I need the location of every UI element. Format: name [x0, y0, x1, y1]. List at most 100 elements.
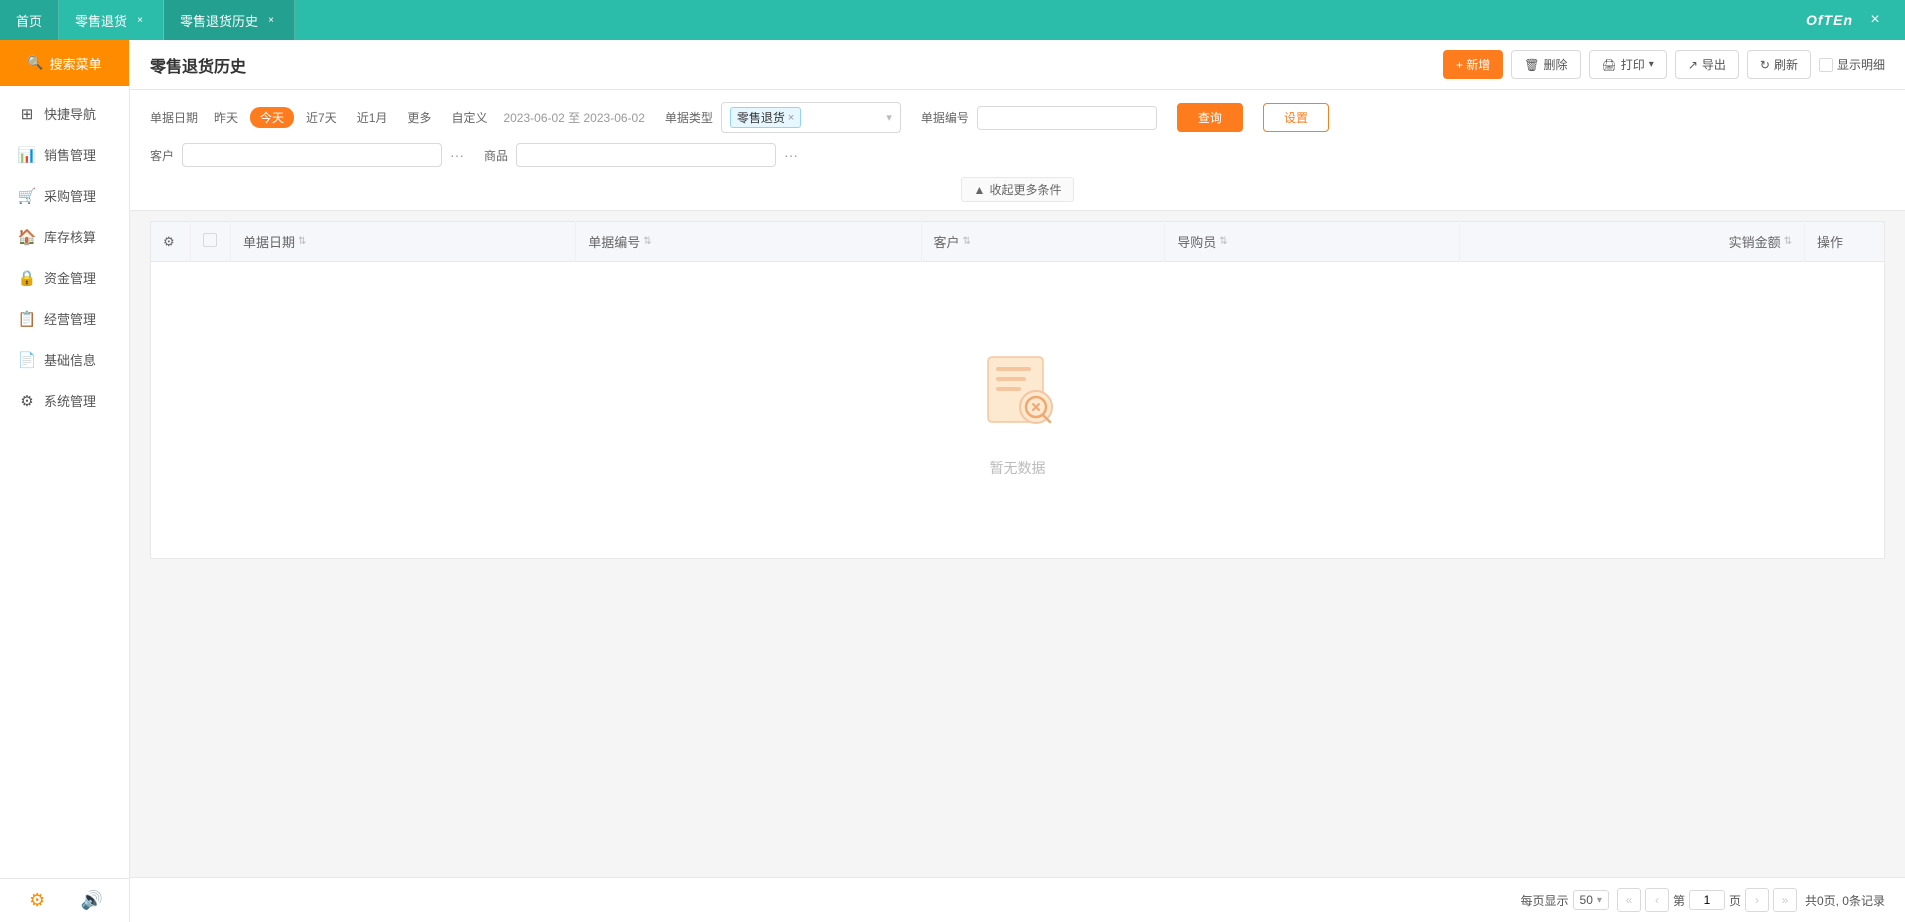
collapse-button[interactable]: ▲ 收起更多条件	[961, 177, 1075, 202]
filter-row-2: 客户 ··· 商品 ···	[150, 143, 1885, 167]
new-button[interactable]: + 新增	[1443, 50, 1503, 79]
tab-retail-return-close[interactable]: ×	[133, 13, 147, 27]
print-icon: 🖨	[1602, 58, 1617, 72]
system-icon: ⚙	[18, 392, 36, 410]
page-title: 零售退货历史	[150, 53, 246, 77]
date-btn-today[interactable]: 今天	[250, 107, 294, 128]
page-header: 零售退货历史 + 新增 🗑 删除 🖨 打印 ▾ ↗ 导出	[130, 40, 1905, 90]
sidebar-bottom: ⚙ 🔊	[0, 878, 129, 922]
guide-sort-icon[interactable]: ⇅	[1219, 237, 1227, 247]
sidebar-item-inventory[interactable]: 🏠 库存核算	[6, 217, 123, 256]
doc-type-select[interactable]: 零售退货 × ▾	[721, 102, 901, 133]
sidebar-item-sales[interactable]: 📊 销售管理	[6, 135, 123, 174]
next-page-button[interactable]: ›	[1745, 888, 1769, 912]
sidebar-item-system[interactable]: ⚙ 系统管理	[6, 381, 123, 420]
sidebar-sound-button[interactable]: 🔊	[76, 885, 108, 917]
sound-icon: 🔊	[81, 890, 103, 911]
goods-input[interactable]	[516, 143, 776, 167]
goods-ellipsis-button[interactable]: ···	[784, 147, 798, 163]
first-page-button[interactable]: «	[1617, 888, 1641, 912]
table-settings-icon[interactable]: ⚙	[163, 234, 175, 249]
inventory-icon: 🏠	[18, 228, 36, 246]
tab-retail-return-history[interactable]: 零售退货历史 ×	[164, 0, 295, 40]
amount-sort-icon[interactable]: ⇅	[1784, 237, 1792, 247]
new-button-label: + 新增	[1456, 56, 1490, 73]
tab-retail-return[interactable]: 零售退货 ×	[59, 0, 164, 40]
sidebar-item-operations[interactable]: 📋 经营管理	[6, 299, 123, 338]
query-button[interactable]: 查询	[1177, 103, 1243, 132]
date-sort-icon[interactable]: ⇅	[298, 237, 306, 247]
prev-page-button[interactable]: ‹	[1645, 888, 1669, 912]
main-layout: 🔍 搜索菜单 ⊞ 快捷导航 📊 销售管理 🛒 采购管理 🏠 库存核算 🔒	[0, 40, 1905, 922]
sidebar-item-basic-info-label: 基础信息	[44, 350, 96, 369]
search-icon: 🔍	[27, 55, 43, 71]
content-area: 零售退货历史 + 新增 🗑 删除 🖨 打印 ▾ ↗ 导出	[130, 40, 1905, 922]
goods-filter: 商品 ···	[484, 143, 798, 167]
collapse-bar: ▲ 收起更多条件	[150, 177, 1885, 202]
date-filter: 单据日期 昨天 今天 近7天 近1月 更多 自定义 2023-06-02 至 2…	[150, 107, 645, 128]
purchase-icon: 🛒	[18, 187, 36, 205]
settings-filter-button[interactable]: 设置	[1263, 103, 1329, 132]
sidebar-item-sales-label: 销售管理	[44, 145, 96, 164]
date-btn-custom[interactable]: 自定义	[443, 107, 495, 128]
print-dropdown-icon: ▾	[1649, 59, 1654, 70]
tab-list: 首页 零售退货 × 零售退货历史 ×	[0, 0, 1790, 40]
query-button-label: 查询	[1198, 109, 1222, 126]
page-size-dropdown[interactable]: 50 ▾	[1573, 890, 1609, 910]
number-sort-icon[interactable]: ⇅	[643, 237, 651, 247]
tab-home[interactable]: 首页	[0, 0, 59, 40]
page-size-value: 50	[1580, 893, 1593, 907]
date-btn-1month[interactable]: 近1月	[349, 107, 396, 128]
quick-nav-icon: ⊞	[18, 105, 36, 123]
sales-icon: 📊	[18, 146, 36, 164]
last-page-button[interactable]: »	[1773, 888, 1797, 912]
date-btn-7days[interactable]: 近7天	[298, 107, 345, 128]
next-page-icon: ›	[1755, 893, 1759, 907]
print-button-label: 打印	[1621, 56, 1645, 73]
doc-number-label: 单据编号	[921, 109, 969, 126]
sidebar-item-quick-nav[interactable]: ⊞ 快捷导航	[6, 94, 123, 133]
doc-type-label: 单据类型	[665, 109, 713, 126]
customer-input[interactable]	[182, 143, 442, 167]
sidebar-item-finance[interactable]: 🔒 资金管理	[6, 258, 123, 297]
show-detail-checkbox[interactable]: 显示明细	[1819, 56, 1885, 73]
sidebar: 🔍 搜索菜单 ⊞ 快捷导航 📊 销售管理 🛒 采购管理 🏠 库存核算 🔒	[0, 40, 130, 922]
doc-type-tag: 零售退货 ×	[730, 107, 801, 128]
refresh-button-label: 刷新	[1774, 56, 1798, 73]
table-amount-header: 实销金额 ⇅	[1459, 222, 1804, 262]
export-icon: ↗	[1688, 58, 1698, 72]
basic-info-icon: 📄	[18, 351, 36, 369]
brand-label: OfTEn	[1806, 12, 1853, 28]
tab-retail-return-history-close[interactable]: ×	[264, 13, 278, 27]
print-button[interactable]: 🖨 打印 ▾	[1589, 50, 1667, 79]
delete-button-label: 删除	[1544, 56, 1568, 73]
doc-type-tag-close[interactable]: ×	[788, 112, 794, 124]
sidebar-settings-button[interactable]: ⚙	[21, 885, 53, 917]
customer-sort-icon[interactable]: ⇅	[963, 237, 971, 247]
date-range-display: 2023-06-02 至 2023-06-02	[503, 109, 644, 126]
settings-filter-label: 设置	[1284, 109, 1308, 126]
table-number-header: 单据编号 ⇅	[576, 222, 921, 262]
sidebar-search-button[interactable]: 🔍 搜索菜单	[0, 40, 129, 86]
date-btn-more[interactable]: 更多	[399, 107, 439, 128]
sidebar-item-purchase[interactable]: 🛒 采购管理	[6, 176, 123, 215]
table-guide-header: 导购员 ⇅	[1165, 222, 1459, 262]
export-button[interactable]: ↗ 导出	[1675, 50, 1739, 79]
customer-ellipsis-button[interactable]: ···	[450, 147, 464, 163]
refresh-button[interactable]: ↻ 刷新	[1747, 50, 1811, 79]
date-btn-yesterday[interactable]: 昨天	[206, 107, 246, 128]
doc-type-filter: 单据类型 零售退货 × ▾	[665, 102, 901, 133]
doc-number-input[interactable]	[977, 106, 1157, 130]
page-number-input[interactable]	[1689, 890, 1725, 910]
delete-button[interactable]: 🗑 删除	[1511, 50, 1580, 79]
doc-number-filter: 单据编号	[921, 106, 1157, 130]
tab-retail-return-label: 零售退货	[75, 11, 127, 30]
pagination-bar: 每页显示 50 ▾ « ‹ 第 页 ›	[130, 877, 1905, 922]
filter-row-1: 单据日期 昨天 今天 近7天 近1月 更多 自定义 2023-06-02 至 2…	[150, 102, 1885, 133]
finance-icon: 🔒	[18, 269, 36, 287]
table-date-header: 单据日期 ⇅	[231, 222, 576, 262]
select-all-checkbox[interactable]	[203, 233, 217, 247]
sidebar-item-purchase-label: 采购管理	[44, 186, 96, 205]
sidebar-item-basic-info[interactable]: 📄 基础信息	[6, 340, 123, 379]
window-close-button[interactable]: ×	[1861, 6, 1889, 34]
